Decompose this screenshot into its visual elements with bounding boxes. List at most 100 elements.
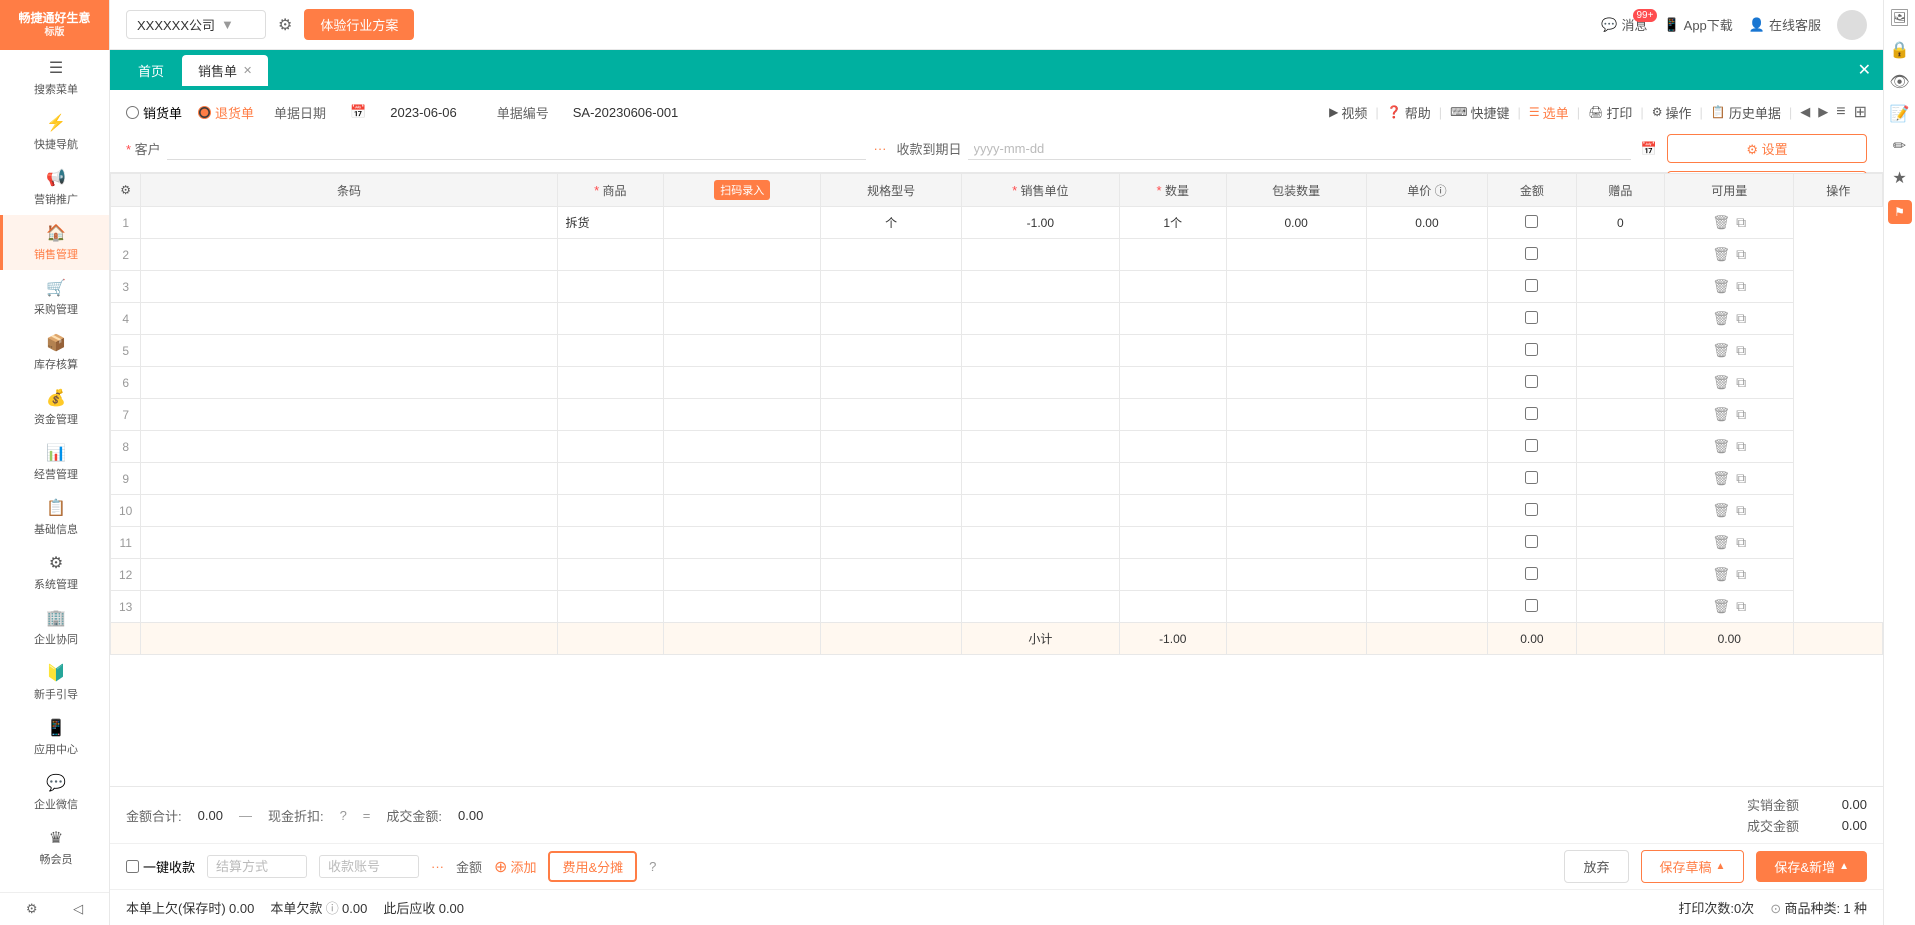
settings-button[interactable]: ⚙ (278, 15, 292, 35)
cell-gift[interactable] (1488, 527, 1576, 559)
cell-quantity[interactable] (961, 591, 1119, 623)
delete-icon[interactable]: 🗑 (1712, 406, 1730, 423)
cell-product[interactable] (557, 463, 664, 495)
sidebar-item-inventory[interactable]: 📦 库存核算 (0, 325, 109, 380)
barcode-input[interactable] (149, 471, 548, 486)
cell-product[interactable] (557, 591, 664, 623)
customer-input[interactable] (167, 138, 866, 160)
cell-price[interactable] (1226, 239, 1366, 271)
delete-icon[interactable]: 🗑 (1712, 470, 1730, 487)
rt-lock-icon[interactable]: 🔒 (1890, 40, 1910, 60)
cell-barcode[interactable] (141, 431, 557, 463)
cell-quantity[interactable] (961, 367, 1119, 399)
cell-spec[interactable] (664, 367, 821, 399)
settlement-input[interactable] (207, 855, 307, 878)
cell-barcode[interactable] (141, 399, 557, 431)
cell-barcode[interactable] (141, 463, 557, 495)
cell-quantity[interactable] (961, 399, 1119, 431)
sidebar-item-finance[interactable]: 💰 资金管理 (0, 380, 109, 435)
barcode-input[interactable] (149, 439, 548, 454)
payment-checkbox-input[interactable] (126, 860, 139, 873)
cell-price[interactable] (1226, 271, 1366, 303)
barcode-input[interactable] (149, 599, 548, 614)
receive-date-input[interactable] (968, 138, 1631, 160)
one-click-payment-checkbox[interactable]: 一键收款 (126, 857, 195, 876)
rt-eye-icon[interactable]: 👁 (1889, 72, 1909, 92)
cell-barcode[interactable] (141, 495, 557, 527)
abandon-button[interactable]: 放弃 (1564, 850, 1628, 883)
cell-spec[interactable] (664, 207, 821, 239)
gift-checkbox[interactable] (1525, 375, 1538, 388)
gift-checkbox[interactable] (1525, 247, 1538, 260)
cell-gift[interactable] (1488, 463, 1576, 495)
copy-icon[interactable]: ⧉ (1736, 470, 1746, 487)
cell-barcode[interactable] (141, 271, 557, 303)
cell-spec[interactable] (664, 559, 821, 591)
delete-icon[interactable]: 🗑 (1712, 342, 1730, 359)
cell-gift[interactable] (1488, 559, 1576, 591)
cell-price[interactable]: 0.00 (1226, 207, 1366, 239)
cell-price[interactable] (1226, 495, 1366, 527)
delete-icon[interactable]: 🗑 (1712, 598, 1730, 615)
cell-barcode[interactable] (141, 367, 557, 399)
copy-icon[interactable]: ⧉ (1736, 438, 1746, 455)
cell-product[interactable] (557, 335, 664, 367)
cell-spec[interactable] (664, 527, 821, 559)
barcode-input[interactable] (149, 247, 548, 262)
cell-barcode[interactable] (141, 591, 557, 623)
add-button[interactable]: ⊕ 添加 (494, 857, 536, 877)
save-new-button[interactable]: 保存&新增 ▲ (1756, 851, 1867, 882)
barcode-input[interactable] (149, 343, 548, 358)
barcode-input[interactable] (149, 567, 548, 582)
rt-edit-icon[interactable]: ✏ (1893, 136, 1906, 156)
gift-checkbox[interactable] (1525, 215, 1538, 228)
delete-icon[interactable]: 🗑 (1712, 534, 1730, 551)
sidebar-item-vip[interactable]: ♛ 畅会员 (0, 820, 109, 875)
cell-gift[interactable] (1488, 367, 1576, 399)
sidebar-item-app-center[interactable]: 📱 应用中心 (0, 710, 109, 765)
copy-icon[interactable]: ⧉ (1736, 310, 1746, 327)
radio-sales-order[interactable]: 销货单 (126, 103, 182, 122)
cell-price[interactable] (1226, 431, 1366, 463)
sidebar-item-wechat[interactable]: 💬 企业微信 (0, 765, 109, 820)
cell-price[interactable] (1226, 399, 1366, 431)
cell-gift[interactable] (1488, 239, 1576, 271)
rt-img-icon[interactable]: 🖼 (1889, 8, 1909, 28)
sidebar-item-basic-info[interactable]: 📋 基础信息 (0, 490, 109, 545)
print-action[interactable]: 🖨 打印 (1588, 103, 1632, 122)
rt-note-icon[interactable]: 📝 (1890, 104, 1910, 124)
barcode-input[interactable] (149, 311, 548, 326)
sidebar-item-quick-nav[interactable]: ⚡ 快捷导航 (0, 105, 109, 160)
delete-icon[interactable]: 🗑 (1712, 310, 1730, 327)
radio-return-order[interactable]: 退货单 (198, 103, 254, 122)
copy-icon[interactable]: ⧉ (1736, 502, 1746, 519)
grid-view-icon[interactable]: ⊞ (1854, 102, 1867, 122)
tab-sales-order[interactable]: 销售单 ✕ (182, 55, 268, 86)
prev-icon[interactable]: ◀ (1800, 104, 1810, 120)
copy-icon[interactable]: ⧉ (1736, 342, 1746, 359)
cell-product[interactable] (557, 527, 664, 559)
cell-product[interactable] (557, 239, 664, 271)
setting-button[interactable]: ⚙ 设置 (1667, 134, 1867, 163)
user-avatar[interactable] (1837, 10, 1867, 40)
account-dots[interactable]: ··· (431, 859, 444, 874)
cell-quantity[interactable] (961, 303, 1119, 335)
col-scan[interactable]: 扫码录入 (664, 174, 821, 207)
tab-bar-close-button[interactable]: ✕ (1858, 60, 1871, 80)
cell-product[interactable] (557, 495, 664, 527)
cell-spec[interactable] (664, 239, 821, 271)
cell-spec[interactable] (664, 495, 821, 527)
cell-gift[interactable] (1488, 591, 1576, 623)
cell-spec[interactable] (664, 399, 821, 431)
barcode-input[interactable] (149, 535, 548, 550)
cell-barcode[interactable] (141, 335, 557, 367)
cell-price[interactable] (1226, 303, 1366, 335)
cell-product[interactable] (557, 431, 664, 463)
cell-gift[interactable] (1488, 335, 1576, 367)
cell-quantity[interactable] (961, 431, 1119, 463)
account-input[interactable] (319, 855, 419, 878)
message-button[interactable]: 💬 消息 99+ (1601, 15, 1647, 34)
cell-spec[interactable] (664, 271, 821, 303)
cell-price[interactable] (1226, 463, 1366, 495)
barcode-input[interactable] (149, 279, 548, 294)
